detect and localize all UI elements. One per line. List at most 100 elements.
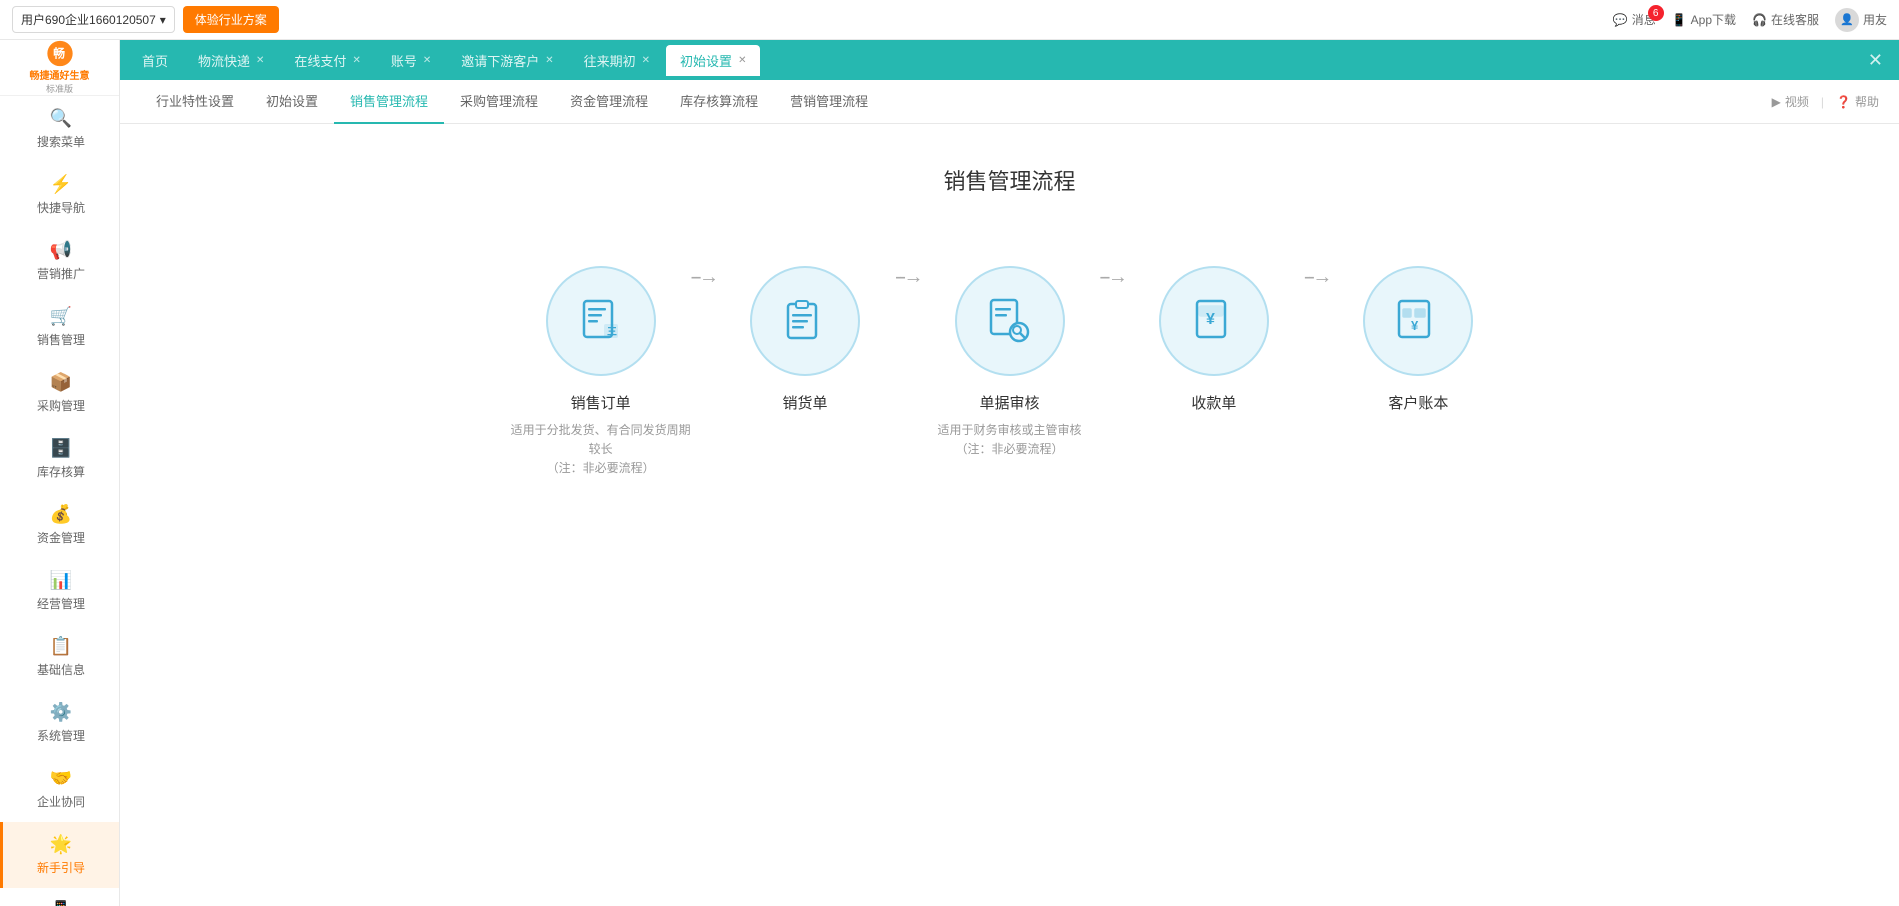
nav-tabs-right: ✕	[1860, 50, 1891, 71]
sub-tab-inventory_calc[interactable]: 库存核算流程	[664, 80, 774, 124]
flow-item-sales_invoice: 销货单	[715, 266, 895, 421]
user-label: 用户690企业1660120507	[21, 11, 156, 28]
sidebar-label-quick: 快捷导航	[37, 199, 85, 216]
flow-circle-receipt[interactable]: ¥	[1159, 266, 1269, 376]
sidebar-icon-inventory: 🗄️	[50, 438, 72, 459]
sub-tabs-items: 行业特性设置初始设置销售管理流程采购管理流程 资金管理流程库存核算流程营销管理流程	[140, 80, 884, 124]
sub-tab-label-purchase_flow: 采购管理流程	[460, 91, 538, 110]
headset-icon: 🎧	[1752, 13, 1767, 27]
nav-tab-label-payment: 在线支付	[294, 51, 346, 70]
flow-arrow-1: - - →	[895, 266, 919, 349]
flow-circle-sales_order[interactable]: 三	[546, 266, 656, 376]
nav-tabs: 首页物流快递✕在线支付✕账号✕邀请下游客户✕往来期初✕初始设置✕ ✕	[120, 40, 1899, 80]
nav-tab-label-account: 账号	[391, 51, 417, 70]
sidebar-item-quick[interactable]: ⚡ 快捷导航	[0, 162, 119, 228]
main-layout: 畅 畅捷通好生意 标准版 🔍 搜索菜单 ⚡ 快捷导航 📢 营销推广 🛒 销售管理…	[0, 40, 1899, 906]
sidebar-label-operation: 经营管理	[37, 595, 85, 612]
sub-tab-finance_flow[interactable]: 资金管理流程	[554, 80, 664, 124]
nav-tab-close-payment[interactable]: ✕	[352, 55, 360, 66]
message-item[interactable]: 💬 消息 6	[1613, 11, 1656, 28]
sub-tab-industry[interactable]: 行业特性设置	[140, 80, 250, 124]
nav-tab-close-account[interactable]: ✕	[423, 55, 431, 66]
top-bar: 用户690企业1660120507 ▾ 体验行业方案 💬 消息 6 📱 App下…	[0, 0, 1899, 40]
avatar: 👤	[1835, 8, 1859, 32]
sidebar-label-system: 系统管理	[37, 727, 85, 744]
top-bar-right: 💬 消息 6 📱 App下载 🎧 在线客服 👤 用友	[1613, 8, 1887, 32]
logo-icon: 畅	[44, 40, 76, 67]
sidebar-item-newguide[interactable]: 🌟 新手引导	[0, 822, 119, 888]
sidebar-label-purchase: 采购管理	[37, 397, 85, 414]
nav-tab-account[interactable]: 账号 ✕	[377, 45, 445, 76]
sub-tab-purchase_flow[interactable]: 采购管理流程	[444, 80, 554, 124]
nav-tab-close-logistics[interactable]: ✕	[256, 55, 264, 66]
flow-circle-sales_invoice[interactable]	[750, 266, 860, 376]
nav-tab-logistics[interactable]: 物流快递 ✕	[184, 45, 278, 76]
page-content: 销售管理流程 三 销售订单 适用于分批发货、有合同发货周期较长（注：非必要流程）…	[120, 124, 1899, 906]
message-badge: 6	[1648, 5, 1664, 21]
sidebar-icon-purchase: 📦	[50, 372, 72, 393]
sidebar-item-purchase[interactable]: 📦 采购管理	[0, 360, 119, 426]
sidebar-icon-operation: 📊	[50, 570, 72, 591]
app-download-item[interactable]: 📱 App下载	[1672, 11, 1736, 28]
flow-item-receipt: ¥ 收款单	[1124, 266, 1304, 421]
sub-tab-sales_flow[interactable]: 销售管理流程	[334, 80, 444, 124]
sub-tab-marketing_flow[interactable]: 营销管理流程	[774, 80, 884, 124]
nav-tab-label-invite: 邀请下游客户	[461, 51, 539, 70]
flow-circle-doc_audit[interactable]	[955, 266, 1065, 376]
flow-item-doc_audit: 单据审核 适用于财务审核或主管审核（注：非必要流程）	[920, 266, 1100, 459]
flow-arrow-0: - - →	[691, 266, 715, 349]
message-icon: 💬	[1613, 13, 1628, 27]
sub-tabs-right: ▶ 视频 | ❓ 帮助	[1772, 93, 1879, 110]
help-link[interactable]: ❓ 帮助	[1836, 93, 1879, 110]
sidebar-item-collab[interactable]: 🤝 企业协同	[0, 756, 119, 822]
sidebar-item-marketing_promo[interactable]: 📢 营销推广	[0, 228, 119, 294]
flow-name-doc_audit: 单据审核	[979, 392, 1039, 413]
sidebar-label-collab: 企业协同	[37, 793, 85, 810]
sidebar-item-basic[interactable]: 📋 基础信息	[0, 624, 119, 690]
sidebar-label-finance: 资金管理	[37, 529, 85, 546]
trial-button[interactable]: 体验行业方案	[183, 6, 279, 33]
sidebar-item-finance[interactable]: 💰 资金管理	[0, 492, 119, 558]
video-link[interactable]: ▶ 视频	[1772, 93, 1809, 110]
nav-tab-init_settings[interactable]: 初始设置 ✕	[666, 45, 760, 76]
flow-item-customer_ledger: ¥ 客户账本	[1328, 266, 1508, 421]
user-selector[interactable]: 用户690企业1660120507 ▾	[12, 6, 175, 33]
close-all-tabs[interactable]: ✕	[1860, 50, 1891, 71]
sidebar-item-search[interactable]: 🔍 搜索菜单	[0, 96, 119, 162]
user-profile-item[interactable]: 👤 用友	[1835, 8, 1887, 32]
sidebar-item-sales[interactable]: 🛒 销售管理	[0, 294, 119, 360]
sidebar-item-inventory[interactable]: 🗄️ 库存核算	[0, 426, 119, 492]
top-bar-left: 用户690企业1660120507 ▾ 体验行业方案	[12, 6, 279, 33]
sub-tab-label-finance_flow: 资金管理流程	[570, 91, 648, 110]
nav-tab-close-init_settings[interactable]: ✕	[738, 55, 746, 66]
sidebar-label-sales: 销售管理	[37, 331, 85, 348]
nav-tab-period[interactable]: 往来期初✕	[570, 45, 664, 76]
page-title: 销售管理流程	[140, 164, 1879, 196]
sidebar-icon-appCenter: 📱	[50, 900, 72, 906]
sidebar-item-system[interactable]: ⚙️ 系统管理	[0, 690, 119, 756]
nav-tabs-items: 首页物流快递✕在线支付✕账号✕邀请下游客户✕往来期初✕初始设置✕	[128, 45, 760, 76]
sub-tabs: 行业特性设置初始设置销售管理流程采购管理流程 资金管理流程库存核算流程营销管理流程…	[120, 80, 1899, 124]
flow-item-sales_order: 三 销售订单 适用于分批发货、有合同发货周期较长（注：非必要流程）	[511, 266, 691, 479]
sidebar-label-marketing_promo: 营销推广	[37, 265, 85, 282]
chevron-down-icon: ▾	[160, 13, 166, 27]
nav-tab-payment[interactable]: 在线支付 ✕	[280, 45, 374, 76]
flow-arrow-2: - - →	[1100, 266, 1124, 349]
sub-tab-label-marketing_flow: 营销管理流程	[790, 91, 868, 110]
sub-tab-label-init: 初始设置	[266, 91, 318, 110]
flow-circle-customer_ledger[interactable]: ¥	[1363, 266, 1473, 376]
nav-tab-close-period[interactable]: ✕	[642, 55, 650, 66]
nav-tab-invite[interactable]: 邀请下游客户 ✕	[447, 45, 567, 76]
nav-tab-label-logistics: 物流快递	[198, 51, 250, 70]
sidebar-label-inventory: 库存核算	[37, 463, 85, 480]
sidebar-item-appCenter[interactable]: 📱 应用中心	[0, 888, 119, 906]
sidebar-logo: 畅 畅捷通好生意 标准版	[0, 40, 119, 96]
nav-tab-close-invite[interactable]: ✕	[545, 55, 553, 66]
sub-tab-init[interactable]: 初始设置	[250, 80, 334, 124]
sidebar: 畅 畅捷通好生意 标准版 🔍 搜索菜单 ⚡ 快捷导航 📢 营销推广 🛒 销售管理…	[0, 40, 120, 906]
sidebar-item-operation[interactable]: 📊 经营管理	[0, 558, 119, 624]
sidebar-label-basic: 基础信息	[37, 661, 85, 678]
nav-tab-label-init_settings: 初始设置	[680, 51, 732, 70]
nav-tab-home[interactable]: 首页	[128, 45, 182, 76]
online-service-item[interactable]: 🎧 在线客服	[1752, 11, 1819, 28]
